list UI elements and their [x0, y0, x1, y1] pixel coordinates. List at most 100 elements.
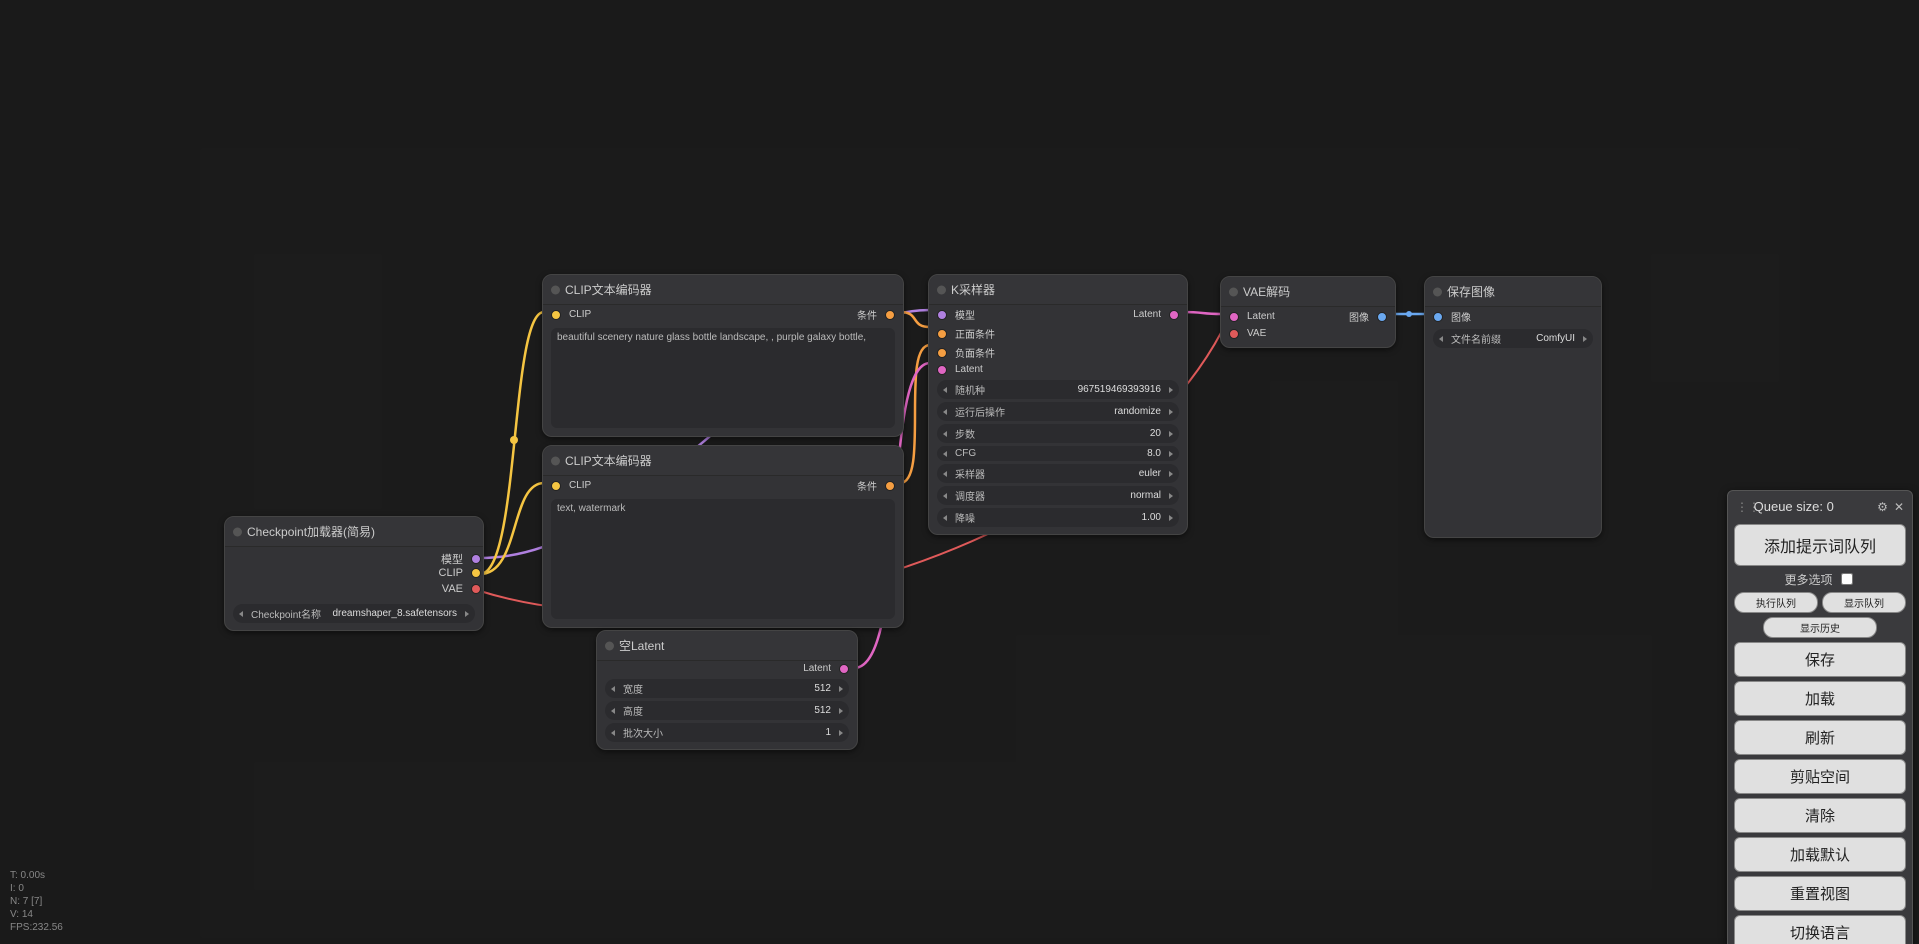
node-graph-canvas[interactable]: Checkpoint加载器(简易) 模型 CLIP VAE Checkpoint… [0, 0, 1919, 944]
more-options-row[interactable]: 更多选项 [1734, 570, 1906, 588]
node-title[interactable]: K采样器 [929, 275, 1187, 305]
input-negative-port[interactable] [937, 348, 947, 358]
refresh-button[interactable]: 刷新 [1734, 720, 1906, 755]
node-vae-decode[interactable]: VAE解码 Latent 图像 VAE [1220, 276, 1396, 348]
node-clip-encode-negative[interactable]: CLIP文本编码器 CLIP 条件 text, watermark [542, 445, 904, 628]
widget-denoise[interactable]: 降噪 1.00 [937, 508, 1179, 527]
widget-value: 8.0 [1147, 448, 1161, 459]
stat-i: I: 0 [10, 882, 63, 895]
widget-label: 批次大小 [623, 725, 663, 740]
widget-ckpt-name[interactable]: Checkpoint名称 dreamshaper_8.safetensors [233, 604, 475, 623]
node-title[interactable]: Checkpoint加载器(简易) [225, 517, 483, 547]
output-latent-port[interactable] [1169, 310, 1179, 320]
input-vae-label: VAE [1247, 328, 1266, 339]
widget-steps[interactable]: 步数 20 [937, 424, 1179, 443]
input-clip-label: CLIP [569, 309, 591, 320]
queue-size-value: 0 [1827, 499, 1834, 514]
widget-height[interactable]: 高度 512 [605, 701, 849, 720]
node-title[interactable]: VAE解码 [1221, 277, 1395, 307]
node-title[interactable]: 保存图像 [1425, 277, 1601, 307]
gear-icon[interactable]: ⚙ [1877, 500, 1888, 514]
stat-n: N: 7 [7] [10, 895, 63, 908]
node-empty-latent[interactable]: 空Latent Latent 宽度 512 高度 512 批次大小 1 [596, 630, 858, 750]
widget-control[interactable]: 运行后操作 randomize [937, 402, 1179, 421]
control-panel[interactable]: ⋮⋮ Queue size: 0 ⚙ ✕ 添加提示词队列 更多选项 执行队列 显… [1727, 490, 1913, 944]
node-checkpoint-loader[interactable]: Checkpoint加载器(简易) 模型 CLIP VAE Checkpoint… [224, 516, 484, 631]
switch-language-button[interactable]: 切换语言 [1734, 915, 1906, 944]
widget-value: 1 [825, 727, 831, 738]
widget-label: 文件名前缀 [1451, 331, 1501, 346]
widget-value: 967519469393916 [1078, 384, 1161, 395]
output-vae-port[interactable] [471, 584, 481, 594]
input-clip-label: CLIP [569, 480, 591, 491]
queue-prompt-button[interactable]: 添加提示词队列 [1734, 524, 1906, 566]
load-button[interactable]: 加载 [1734, 681, 1906, 716]
output-cond-port[interactable] [885, 310, 895, 320]
negative-prompt-text[interactable]: text, watermark [551, 499, 895, 619]
load-default-button[interactable]: 加载默认 [1734, 837, 1906, 872]
output-latent-label: Latent [1133, 309, 1161, 320]
output-cond-port[interactable] [885, 481, 895, 491]
widget-width[interactable]: 宽度 512 [605, 679, 849, 698]
widget-label: Checkpoint名称 [251, 606, 321, 621]
widget-filename-prefix[interactable]: 文件名前缀 ComfyUI [1433, 329, 1593, 348]
output-model-port[interactable] [471, 554, 481, 564]
input-model-port[interactable] [937, 310, 947, 320]
clipspace-button[interactable]: 剪贴空间 [1734, 759, 1906, 794]
output-vae-label: VAE [442, 583, 463, 595]
node-title[interactable]: CLIP文本编码器 [543, 446, 903, 476]
exec-queue-button[interactable]: 执行队列 [1734, 592, 1818, 613]
input-clip-port[interactable] [551, 481, 561, 491]
input-image-port[interactable] [1433, 312, 1443, 322]
save-button[interactable]: 保存 [1734, 642, 1906, 677]
widget-value: 512 [814, 705, 831, 716]
output-clip-label: CLIP [439, 567, 463, 579]
input-latent-port[interactable] [1229, 312, 1239, 322]
queue-size-label: Queue size: [1754, 499, 1823, 514]
widget-label: 采样器 [955, 466, 985, 481]
output-latent-port[interactable] [839, 664, 849, 674]
show-queue-button[interactable]: 显示队列 [1822, 592, 1906, 613]
widget-value: 1.00 [1142, 512, 1161, 523]
node-title[interactable]: CLIP文本编码器 [543, 275, 903, 305]
output-clip-port[interactable] [471, 568, 481, 578]
more-options-label: 更多选项 [1784, 571, 1832, 588]
widget-batch[interactable]: 批次大小 1 [605, 723, 849, 742]
node-save-image[interactable]: 保存图像 图像 文件名前缀 ComfyUI [1424, 276, 1602, 538]
input-latent-port[interactable] [937, 365, 947, 375]
stat-time: T: 0.00s [10, 869, 63, 882]
node-ksampler[interactable]: K采样器 模型 Latent 正面条件 负面条件 [928, 274, 1188, 535]
close-icon[interactable]: ✕ [1894, 500, 1904, 514]
widget-value: 512 [814, 683, 831, 694]
input-negative-label: 负面条件 [955, 345, 995, 360]
output-cond-label: 条件 [857, 478, 877, 493]
panel-header[interactable]: ⋮⋮ Queue size: 0 ⚙ ✕ [1734, 497, 1906, 520]
node-title[interactable]: 空Latent [597, 631, 857, 661]
widget-sampler[interactable]: 采样器 euler [937, 464, 1179, 483]
stat-v: V: 14 [10, 908, 63, 921]
widget-value: euler [1139, 468, 1161, 479]
widget-scheduler[interactable]: 调度器 normal [937, 486, 1179, 505]
widget-value: randomize [1114, 406, 1161, 417]
output-image-port[interactable] [1377, 312, 1387, 322]
node-clip-encode-positive[interactable]: CLIP文本编码器 CLIP 条件 beautiful scenery natu… [542, 274, 904, 437]
positive-prompt-text[interactable]: beautiful scenery nature glass bottle la… [551, 328, 895, 428]
input-positive-port[interactable] [937, 329, 947, 339]
input-positive-label: 正面条件 [955, 326, 995, 341]
widget-label: 随机种 [955, 382, 985, 397]
stat-fps: FPS:232.56 [10, 921, 63, 934]
widget-label: 高度 [623, 703, 643, 718]
input-vae-port[interactable] [1229, 329, 1239, 339]
widget-label: 宽度 [623, 681, 643, 696]
show-history-button[interactable]: 显示历史 [1763, 617, 1876, 638]
input-clip-port[interactable] [551, 310, 561, 320]
output-model-label: 模型 [441, 551, 463, 567]
debug-stats: T: 0.00s I: 0 N: 7 [7] V: 14 FPS:232.56 [10, 869, 63, 934]
drag-handle-icon[interactable]: ⋮⋮ [1736, 500, 1746, 514]
widget-seed[interactable]: 随机种 967519469393916 [937, 380, 1179, 399]
output-image-label: 图像 [1349, 309, 1369, 324]
clear-button[interactable]: 清除 [1734, 798, 1906, 833]
more-options-checkbox[interactable] [1841, 573, 1853, 585]
reset-view-button[interactable]: 重置视图 [1734, 876, 1906, 911]
widget-cfg[interactable]: CFG 8.0 [937, 446, 1179, 461]
